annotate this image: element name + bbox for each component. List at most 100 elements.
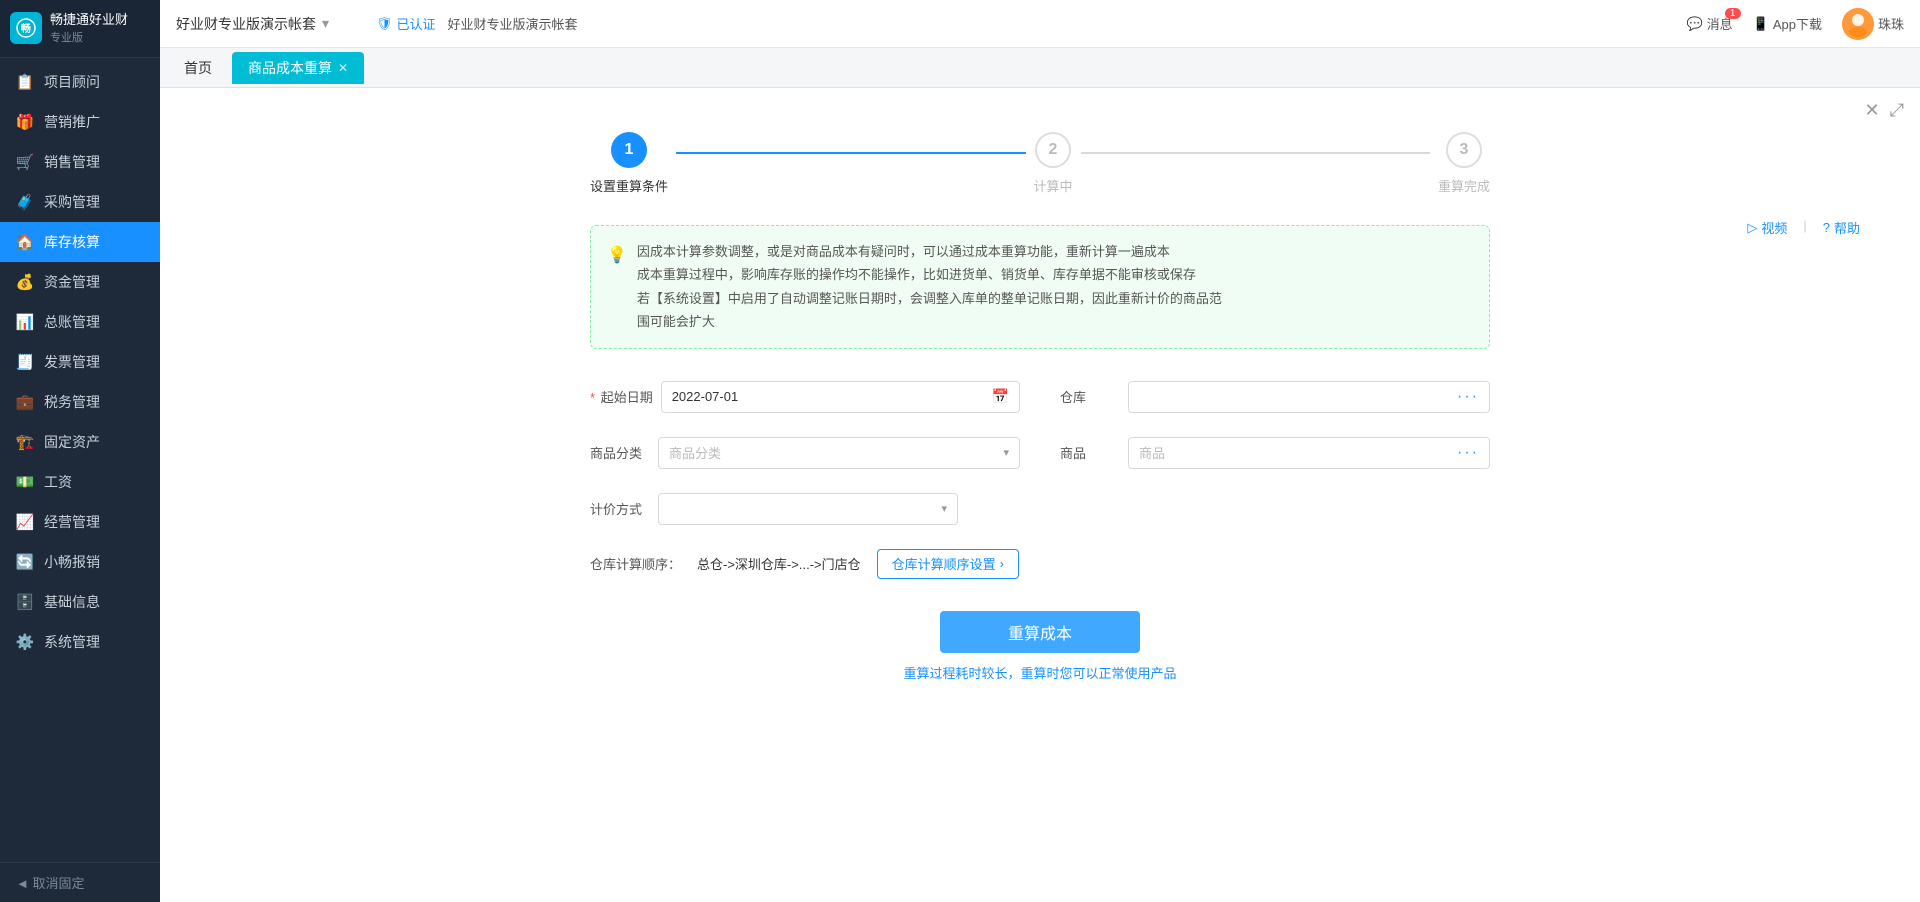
warehouse-input[interactable]: ··· — [1128, 381, 1490, 413]
sidebar-item-label: 发票管理 — [44, 352, 100, 372]
sidebar-item-purchase[interactable]: 🧳采购管理 — [0, 182, 160, 222]
system-icon: ⚙️ — [16, 633, 34, 651]
sidebar-item-label: 小畅报销 — [44, 552, 100, 572]
tab-recalc[interactable]: 商品成本重算 ✕ — [232, 52, 364, 84]
start-date-group: * 起始日期 2022-07-01 📅 — [590, 381, 1020, 413]
pricing-row: 计价方式 ▾ — [590, 493, 1490, 525]
info-line-1: 因成本计算参数调整，或是对商品成本有疑问时，可以通过成本重算功能，重新计算一遍成… — [637, 240, 1222, 263]
category-select[interactable]: 商品分类 ▾ — [658, 437, 1020, 469]
sidebar-item-marketing[interactable]: 🎁 营销推广 — [0, 102, 160, 142]
help-label: 帮助 — [1834, 218, 1860, 237]
sidebar-item-label: 营销推广 — [44, 112, 100, 132]
sidebar-item-label: 销售管理 — [44, 152, 100, 172]
message-badge: 1 — [1725, 8, 1741, 19]
stepper: 1 设置重算条件 2 计算中 3 重算完成 — [590, 132, 1490, 195]
step-3: 3 重算完成 — [1438, 132, 1490, 195]
step-2: 2 计算中 — [1034, 132, 1073, 195]
tabbar: 首页 商品成本重算 ✕ — [160, 48, 1920, 88]
recalc-section: 重算成本 重算过程耗时较长，重算时您可以正常使用产品 — [590, 611, 1490, 682]
pricing-chevron-icon: ▾ — [941, 502, 947, 515]
accounting-icon: 📊 — [16, 313, 34, 331]
step-line-2 — [1081, 152, 1430, 154]
calendar-icon[interactable]: 📅 — [992, 388, 1009, 405]
message-button[interactable]: 💬 消息 1 — [1686, 14, 1732, 33]
unpin-label: ◄ 取消固定 — [16, 873, 84, 892]
product-input[interactable]: 商品 ··· — [1128, 437, 1490, 469]
tab-close-icon[interactable]: ✕ — [338, 61, 348, 75]
topbar: 好业财专业版演示帐套 ▾ 🛡 已认证 好业财专业版演示帐套 💬 消息 1 📱 A… — [160, 0, 1920, 48]
step-3-label: 重算完成 — [1438, 176, 1490, 195]
warehouse-order-value: 总仓->深圳仓库->...->门店仓 — [697, 554, 861, 573]
help-link[interactable]: ? 帮助 — [1823, 218, 1860, 237]
sidebar-item-expense[interactable]: 🔄小畅报销 — [0, 542, 160, 582]
sidebar-header: 畅 畅捷通好业财 专业版 — [0, 0, 160, 58]
finance-icon: 💰 — [16, 273, 34, 291]
info-box: 💡 因成本计算参数调整，或是对商品成本有疑问时，可以通过成本重算功能，重新计算一… — [590, 225, 1490, 349]
form-container: * 起始日期 2022-07-01 📅 仓库 ··· — [590, 381, 1490, 682]
sidebar-item-tax[interactable]: 💼税务管理 — [0, 382, 160, 422]
project-icon: 📋 — [16, 73, 34, 91]
sidebar-item-sales[interactable]: 🛒销售管理 — [0, 142, 160, 182]
form-row-1: * 起始日期 2022-07-01 📅 仓库 ··· — [590, 381, 1490, 413]
expand-window-icon[interactable]: ⤢ — [1890, 100, 1904, 121]
product-placeholder: 商品 — [1139, 443, 1165, 462]
step-2-number: 2 — [1049, 141, 1058, 159]
start-date-input[interactable]: 2022-07-01 📅 — [661, 381, 1020, 413]
step-3-circle: 3 — [1446, 132, 1482, 168]
pricing-select[interactable]: ▾ — [658, 493, 958, 525]
step-1-label: 设置重算条件 — [590, 176, 668, 195]
category-chevron-icon: ▾ — [1003, 446, 1009, 459]
warehouse-label: 仓库 — [1060, 387, 1120, 406]
step-1-number: 1 — [625, 141, 634, 159]
sidebar-item-label: 工资 — [44, 472, 72, 492]
sidebar-item-project[interactable]: 📋项目顾问 — [0, 62, 160, 102]
step-1: 1 设置重算条件 — [590, 132, 668, 195]
marketing-icon: 🎁 — [16, 113, 34, 131]
warehouse-order-row: 仓库计算顺序： 总仓->深圳仓库->...->门店仓 仓库计算顺序设置 › — [590, 549, 1490, 579]
help-icon: ? — [1823, 220, 1830, 235]
user-profile[interactable]: 珠珠 — [1842, 8, 1904, 40]
account-selector[interactable]: 好业财专业版演示帐套 ▾ — [176, 14, 356, 34]
page-content: ✕ ⤢ 1 设置重算条件 2 计算中 3 — [160, 88, 1920, 902]
product-more-icon[interactable]: ··· — [1457, 444, 1479, 462]
sidebar-item-label: 总账管理 — [44, 312, 100, 332]
required-star: * — [590, 390, 595, 405]
sidebar-item-label: 税务管理 — [44, 392, 100, 412]
app-logo: 畅 — [10, 12, 42, 44]
tab-home-label: 首页 — [184, 58, 212, 78]
video-link[interactable]: ▷ 视频 — [1747, 218, 1787, 237]
close-window-icon[interactable]: ✕ — [1865, 100, 1880, 121]
warehouse-order-settings-label: 仓库计算顺序设置 — [892, 554, 996, 573]
sidebar-item-inventory[interactable]: 🏠库存核算 — [0, 222, 160, 262]
main-content: 好业财专业版演示帐套 ▾ 🛡 已认证 好业财专业版演示帐套 💬 消息 1 📱 A… — [160, 0, 1920, 902]
recalc-hint: 重算过程耗时较长，重算时您可以正常使用产品 — [590, 663, 1490, 682]
sidebar-item-fixed_assets[interactable]: 🏗️固定资产 — [0, 422, 160, 462]
info-line-4: 围可能会扩大 — [637, 310, 1222, 333]
fixed_assets-icon: 🏗️ — [16, 433, 34, 451]
info-line-3: 若【系统设置】中启用了自动调整记账日期时，会调整入库单的整单记账日期，因此重新计… — [637, 287, 1222, 310]
app-download-button[interactable]: 📱 App下载 — [1753, 14, 1822, 33]
verified-badge: 🛡 已认证 — [376, 14, 436, 33]
account-name: 好业财专业版演示帐套 — [176, 14, 316, 34]
recalc-button[interactable]: 重算成本 — [940, 611, 1140, 653]
app-subtitle: 专业版 — [50, 29, 128, 45]
sidebar-unpin[interactable]: ◄ 取消固定 — [0, 862, 160, 902]
tab-home[interactable]: 首页 — [168, 52, 228, 84]
info-text: 因成本计算参数调整，或是对商品成本有疑问时，可以通过成本重算功能，重新计算一遍成… — [637, 240, 1222, 334]
step-1-circle: 1 — [611, 132, 647, 168]
sidebar-item-basic[interactable]: 🗄️基础信息 — [0, 582, 160, 622]
sidebar-item-invoice[interactable]: 🧾发票管理 — [0, 342, 160, 382]
warehouse-more-icon[interactable]: ··· — [1457, 388, 1479, 406]
info-line-2: 成本重算过程中，影响库存账的操作均不能操作，比如进货单、销货单、库存单据不能审核… — [637, 263, 1222, 286]
sidebar-item-accounting[interactable]: 📊 总账管理 — [0, 302, 160, 342]
sidebar-item-system[interactable]: ⚙️系统管理 — [0, 622, 160, 662]
user-name: 珠珠 — [1878, 14, 1904, 33]
helper-actions: ▷ 视频 | ? 帮助 — [1747, 218, 1860, 237]
sidebar: 畅 畅捷通好业财 专业版 📋项目顾问 🎁 营销推广 🛒销售管理🧳采购管理🏠库存核算💰资… — [0, 0, 160, 902]
sidebar-item-salary[interactable]: 💵工资 — [0, 462, 160, 502]
chevron-right-icon: › — [1000, 556, 1004, 571]
warehouse-order-settings-button[interactable]: 仓库计算顺序设置 › — [877, 549, 1019, 579]
sidebar-item-operation[interactable]: 📈经营管理 — [0, 502, 160, 542]
step-3-number: 3 — [1460, 141, 1469, 159]
sidebar-item-finance[interactable]: 💰资金管理 — [0, 262, 160, 302]
